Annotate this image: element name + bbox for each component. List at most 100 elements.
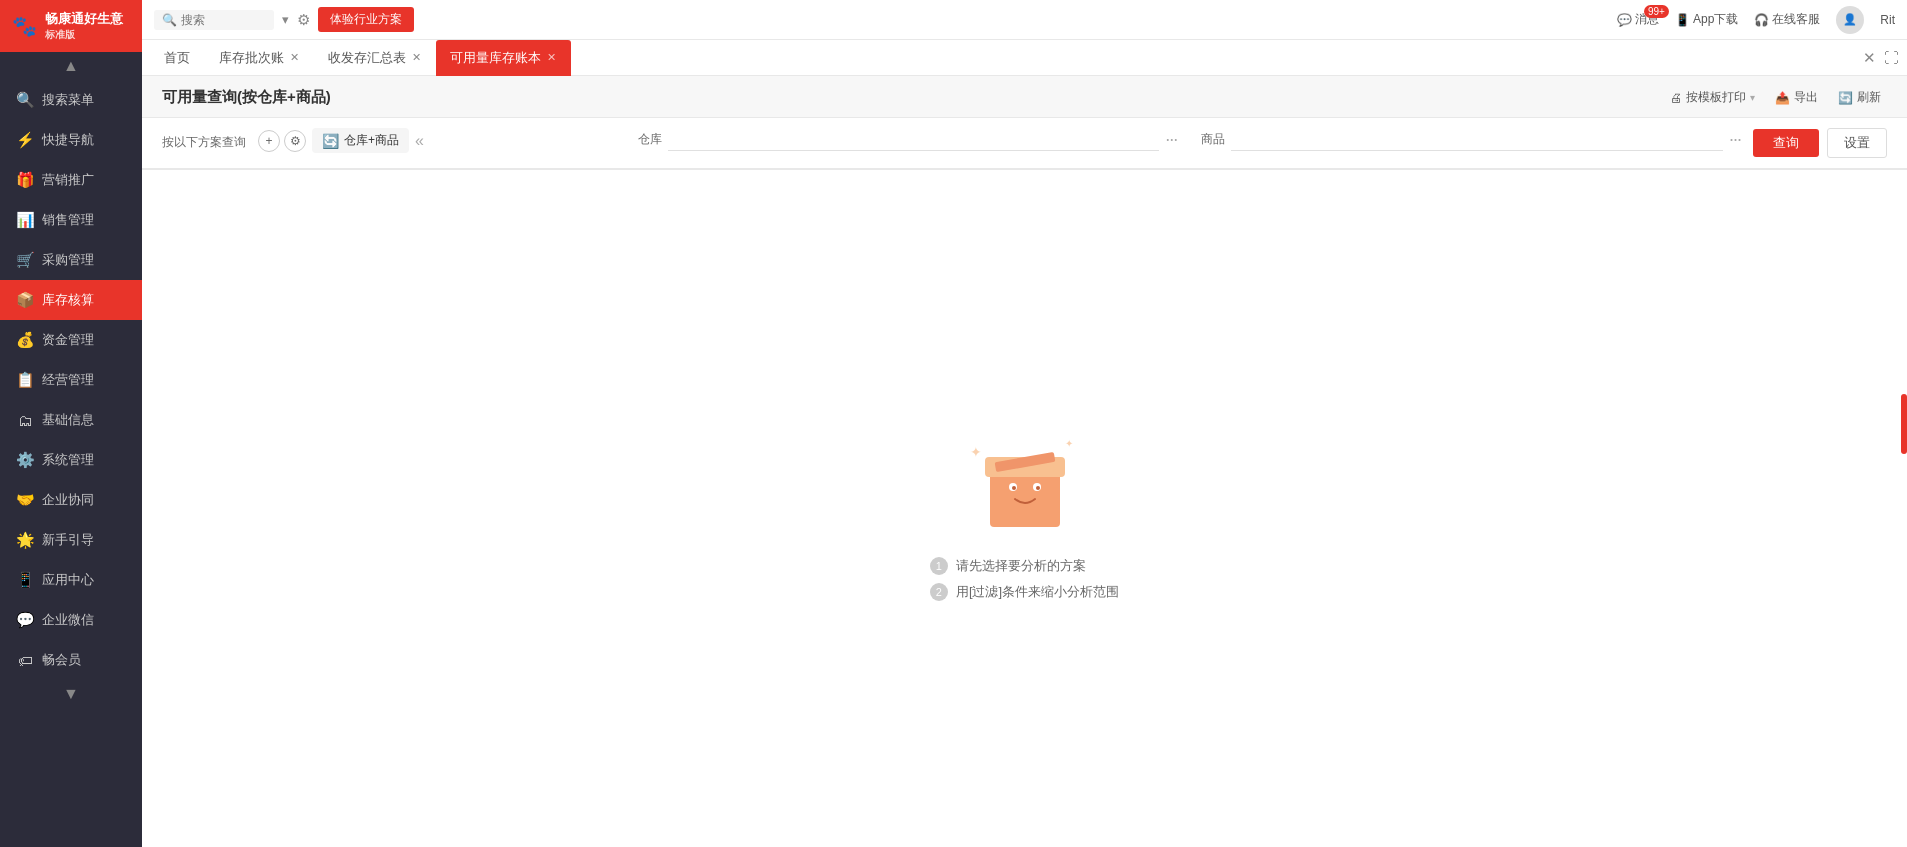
goods-filter-group: 商品 ···: [1201, 128, 1741, 151]
tab-batch-ledger-label: 库存批次账: [219, 49, 284, 67]
refresh-button[interactable]: 🔄 刷新: [1832, 86, 1887, 109]
guide-icon: 🌟: [16, 531, 34, 549]
tab-available-ledger[interactable]: 可用量库存账本 ✕: [436, 40, 571, 76]
sidebar-item-finance[interactable]: 💰 资金管理: [0, 320, 142, 360]
sidebar-item-label: 企业协同: [42, 491, 94, 509]
settings-button[interactable]: 设置: [1827, 128, 1887, 158]
sidebar-scroll-up[interactable]: ▲: [0, 52, 142, 80]
sidebar-item-sales[interactable]: 📊 销售管理: [0, 200, 142, 240]
app-download-button[interactable]: 📱 App下载: [1675, 11, 1738, 28]
sidebar-item-inventory[interactable]: 📦 库存核算: [0, 280, 142, 320]
scheme-actions: + ⚙: [258, 130, 306, 152]
topbar-gear-icon[interactable]: ⚙: [297, 11, 310, 29]
sidebar-item-guide[interactable]: 🌟 新手引导: [0, 520, 142, 560]
tab-available-ledger-close[interactable]: ✕: [547, 51, 556, 64]
expand-tabs-button[interactable]: ⛶: [1884, 49, 1899, 66]
sidebar-item-member[interactable]: 🏷 畅会员: [0, 640, 142, 680]
close-all-tabs-button[interactable]: ✕: [1863, 49, 1876, 67]
sidebar-item-purchase[interactable]: 🛒 采购管理: [0, 240, 142, 280]
sidebar-item-label: 应用中心: [42, 571, 94, 589]
sidebar-scroll-down[interactable]: ▼: [0, 680, 142, 708]
query-area: 按以下方案查询 + ⚙ 🔄 仓库+商品 «: [142, 118, 1907, 169]
scheme-collapse-button[interactable]: «: [415, 132, 424, 150]
topbar-search-box[interactable]: 🔍: [154, 10, 274, 30]
sidebar-item-wechat[interactable]: 💬 企业微信: [0, 600, 142, 640]
export-label: 导出: [1794, 89, 1818, 106]
warehouse-filter-input[interactable]: [668, 128, 1160, 151]
export-button[interactable]: 📤 导出: [1769, 86, 1824, 109]
filter-inputs: 仓库 ··· 商品 ···: [638, 128, 1741, 151]
svg-text:✦: ✦: [1050, 465, 1057, 474]
shortcut-icon: ⚡: [16, 131, 34, 149]
empty-hint-1: 1 请先选择要分析的方案: [930, 557, 1119, 575]
service-label: 在线客服: [1772, 11, 1820, 28]
topbar-right: 💬 消息 99+ 📱 App下载 🎧 在线客服 👤 Rit: [1617, 6, 1895, 34]
sidebar-item-label: 畅会员: [42, 651, 81, 669]
tabs-right-actions: ✕ ⛶: [1863, 49, 1899, 67]
sidebar-item-label: 销售管理: [42, 211, 94, 229]
tab-recv-summary[interactable]: 收发存汇总表 ✕: [314, 40, 436, 76]
add-icon: +: [265, 134, 272, 148]
right-accent-bar: [1901, 394, 1907, 454]
warehouse-filter-more[interactable]: ···: [1165, 129, 1177, 150]
goods-filter-input[interactable]: [1231, 128, 1723, 151]
sidebar-item-basic[interactable]: 🗂 基础信息: [0, 400, 142, 440]
topbar: 🔍 ▾ ⚙ 体验行业方案 💬 消息 99+ 📱 App下载 🎧 在线客服 👤 R…: [142, 0, 1907, 40]
settings-icon: ⚙: [290, 134, 301, 148]
empty-hints: 1 请先选择要分析的方案 2 用[过滤]条件来缩小分析范围: [930, 557, 1119, 601]
message-icon: 💬: [1617, 13, 1632, 27]
sidebar-item-label: 企业微信: [42, 611, 94, 629]
add-scheme-button[interactable]: +: [258, 130, 280, 152]
sidebar-item-system[interactable]: ⚙️ 系统管理: [0, 440, 142, 480]
sidebar-item-label: 搜索菜单: [42, 91, 94, 109]
query-button[interactable]: 查询: [1753, 129, 1819, 157]
goods-filter-more[interactable]: ···: [1729, 129, 1741, 150]
app-download-label: App下载: [1693, 11, 1738, 28]
tab-batch-ledger[interactable]: 库存批次账 ✕: [205, 40, 314, 76]
print-template-button[interactable]: 🖨 按模板打印 ▾: [1664, 86, 1761, 109]
empty-state-area: ✦ ✦ ✦ 1 请先选择要分析的方案 2 用[过滤]条件来缩小分析范围: [142, 170, 1907, 847]
sidebar-item-operations[interactable]: 📋 经营管理: [0, 360, 142, 400]
tab-batch-ledger-close[interactable]: ✕: [290, 51, 299, 64]
export-icon: 📤: [1775, 91, 1790, 105]
empty-svg: ✦ ✦ ✦: [965, 417, 1085, 537]
member-icon: 🏷: [16, 652, 34, 669]
empty-hint-2: 2 用[过滤]条件来缩小分析范围: [930, 583, 1119, 601]
topbar-search-input[interactable]: [181, 13, 261, 27]
message-button[interactable]: 💬 消息 99+: [1617, 11, 1659, 28]
empty-hint-2-text: 用[过滤]条件来缩小分析范围: [956, 583, 1119, 601]
svg-rect-0: [990, 472, 1060, 527]
print-icon: 🖨: [1670, 91, 1682, 105]
brand-name: 畅康通好生意: [45, 10, 123, 28]
hint-num-2: 2: [930, 583, 948, 601]
sidebar-item-coop[interactable]: 🤝 企业协同: [0, 480, 142, 520]
online-service-button[interactable]: 🎧 在线客服: [1754, 11, 1820, 28]
industry-solution-button[interactable]: 体验行业方案: [318, 7, 414, 32]
warehouse-filter-group: 仓库 ···: [638, 128, 1178, 151]
tab-home[interactable]: 首页: [150, 40, 205, 76]
apps-icon: 📱: [16, 571, 34, 589]
topbar-dropdown-arrow[interactable]: ▾: [282, 12, 289, 27]
refresh-icon: 🔄: [1838, 91, 1853, 105]
svg-point-6: [1036, 486, 1040, 490]
purchase-icon: 🛒: [16, 251, 34, 269]
scheme-chip-warehouse-goods[interactable]: 🔄 仓库+商品: [312, 128, 409, 153]
sidebar-item-search[interactable]: 🔍 搜索菜单: [0, 80, 142, 120]
warehouse-filter-label: 仓库: [638, 131, 662, 148]
tab-home-label: 首页: [164, 49, 190, 67]
scheme-settings-button[interactable]: ⚙: [284, 130, 306, 152]
print-label: 按模板打印: [1686, 89, 1746, 106]
query-schemes: + ⚙ 🔄 仓库+商品 «: [258, 128, 626, 153]
svg-text:✦: ✦: [970, 444, 982, 460]
sidebar-item-marketing[interactable]: 🎁 营销推广: [0, 160, 142, 200]
sidebar-item-apps[interactable]: 📱 应用中心: [0, 560, 142, 600]
empty-illustration: ✦ ✦ ✦: [965, 417, 1085, 537]
query-section: 按以下方案查询 + ⚙ 🔄 仓库+商品 «: [142, 118, 1907, 170]
tab-recv-summary-close[interactable]: ✕: [412, 51, 421, 64]
username[interactable]: Rit: [1880, 13, 1895, 27]
hint-num-1: 1: [930, 557, 948, 575]
inventory-icon: 📦: [16, 291, 34, 309]
sidebar-item-shortcut[interactable]: ⚡ 快捷导航: [0, 120, 142, 160]
print-dropdown-icon: ▾: [1750, 92, 1755, 103]
sidebar-item-label: 采购管理: [42, 251, 94, 269]
